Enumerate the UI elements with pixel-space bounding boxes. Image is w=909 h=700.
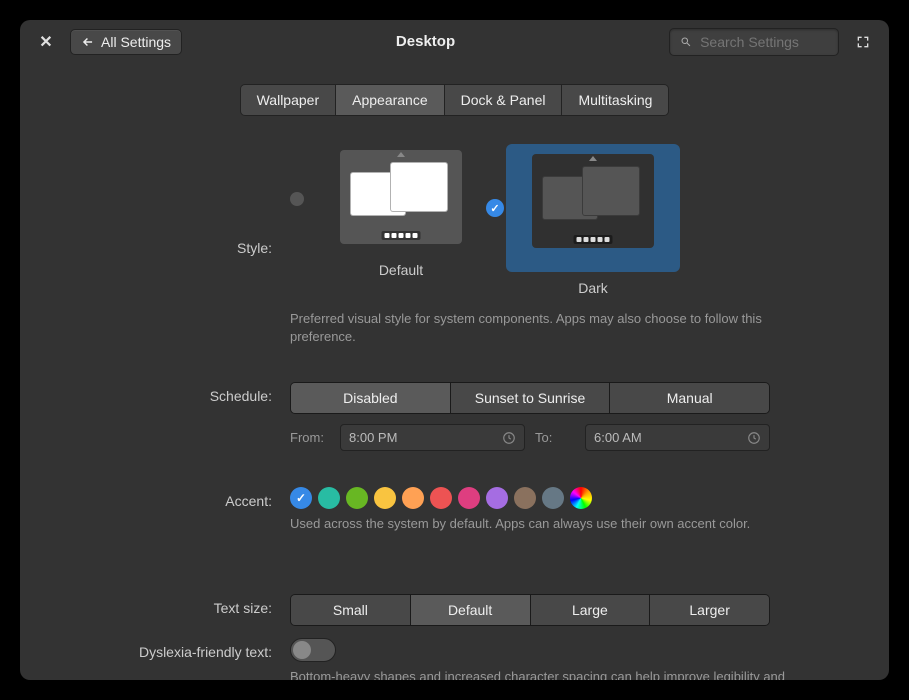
accent-desc: Used across the system by default. Apps … <box>290 515 790 533</box>
clock-icon <box>747 431 761 445</box>
window-title: Desktop <box>192 33 659 50</box>
tab-bar: Wallpaper Appearance Dock & Panel Multit… <box>90 84 819 116</box>
back-label: All Settings <box>101 34 171 50</box>
tab-wallpaper[interactable]: Wallpaper <box>241 85 337 115</box>
tab-appearance[interactable]: Appearance <box>336 85 445 115</box>
fullscreen-icon <box>855 34 871 50</box>
schedule-seg-group: Disabled Sunset to Sunrise Manual <box>290 382 770 414</box>
text-size-default[interactable]: Default <box>411 595 531 625</box>
row-accent: Accent: Used across the system by defaul… <box>90 487 819 533</box>
accent-swatch-cocoa[interactable] <box>514 487 536 509</box>
text-size-larger[interactable]: Larger <box>650 595 769 625</box>
dyslexia-desc: Bottom-heavy shapes and increased charac… <box>290 668 790 680</box>
style-option-default[interactable] <box>318 144 484 254</box>
accent-swatches <box>290 487 819 509</box>
fullscreen-button[interactable] <box>849 28 877 56</box>
to-label: To: <box>535 430 575 445</box>
accent-swatch-grape[interactable] <box>486 487 508 509</box>
accent-swatch-mint[interactable] <box>318 487 340 509</box>
row-schedule: Schedule: Disabled Sunset to Sunrise Man… <box>90 382 819 451</box>
chevron-up-icon <box>397 152 405 157</box>
row-dyslexia: Dyslexia-friendly text: Bottom-heavy sha… <box>90 638 819 680</box>
accent-swatch-strawberry[interactable] <box>430 487 452 509</box>
to-time-value: 6:00 AM <box>594 430 642 445</box>
close-button[interactable]: ✕ <box>32 28 60 56</box>
from-label: From: <box>290 430 330 445</box>
text-size-seg-group: Small Default Large Larger <box>290 594 770 626</box>
accent-swatch-bubblegum[interactable] <box>458 487 480 509</box>
schedule-disabled[interactable]: Disabled <box>291 383 451 413</box>
schedule-manual[interactable]: Manual <box>610 383 769 413</box>
accent-swatch-slate[interactable] <box>542 487 564 509</box>
back-all-settings-button[interactable]: All Settings <box>70 29 182 55</box>
close-icon: ✕ <box>39 32 52 52</box>
accent-swatch-orange[interactable] <box>402 487 424 509</box>
row-text-size: Text size: Small Default Large Larger <box>90 594 819 626</box>
titlebar: ✕ All Settings Desktop <box>20 20 889 64</box>
style-label: Style: <box>90 234 290 256</box>
style-option-dark[interactable] <box>506 144 680 272</box>
clock-icon <box>502 431 516 445</box>
selected-check-icon: ✓ <box>486 199 504 217</box>
from-time-input[interactable]: 8:00 PM <box>340 424 525 451</box>
search-icon <box>680 35 692 49</box>
tab-dock-panel[interactable]: Dock & Panel <box>445 85 563 115</box>
accent-swatch-blueberry[interactable] <box>290 487 312 509</box>
dyslexia-label: Dyslexia-friendly text: <box>90 638 290 660</box>
chevron-up-icon <box>589 156 597 161</box>
search-input[interactable] <box>700 34 828 50</box>
back-arrow-icon <box>81 35 95 49</box>
text-size-large[interactable]: Large <box>531 595 651 625</box>
accent-swatch-auto[interactable] <box>570 487 592 509</box>
text-size-small[interactable]: Small <box>291 595 411 625</box>
accent-swatch-banana[interactable] <box>374 487 396 509</box>
accent-swatch-lime[interactable] <box>346 487 368 509</box>
loading-dot <box>290 192 304 206</box>
schedule-sunset[interactable]: Sunset to Sunrise <box>451 383 611 413</box>
search-input-wrap[interactable] <box>669 28 839 56</box>
from-time-value: 8:00 PM <box>349 430 397 445</box>
settings-window: ✕ All Settings Desktop Wallpaper Appeara… <box>20 20 889 680</box>
to-time-input[interactable]: 6:00 AM <box>585 424 770 451</box>
style-desc: Preferred visual style for system compon… <box>290 310 790 346</box>
schedule-label: Schedule: <box>90 382 290 404</box>
row-style: Style: <box>90 144 819 346</box>
style-option-dark-label: Dark <box>578 280 608 296</box>
accent-label: Accent: <box>90 487 290 509</box>
content: Wallpaper Appearance Dock & Panel Multit… <box>20 64 889 680</box>
dyslexia-toggle[interactable] <box>290 638 336 662</box>
tab-multitasking[interactable]: Multitasking <box>562 85 668 115</box>
style-option-default-label: Default <box>379 262 423 278</box>
tab-group: Wallpaper Appearance Dock & Panel Multit… <box>240 84 670 116</box>
text-size-label: Text size: <box>90 594 290 616</box>
